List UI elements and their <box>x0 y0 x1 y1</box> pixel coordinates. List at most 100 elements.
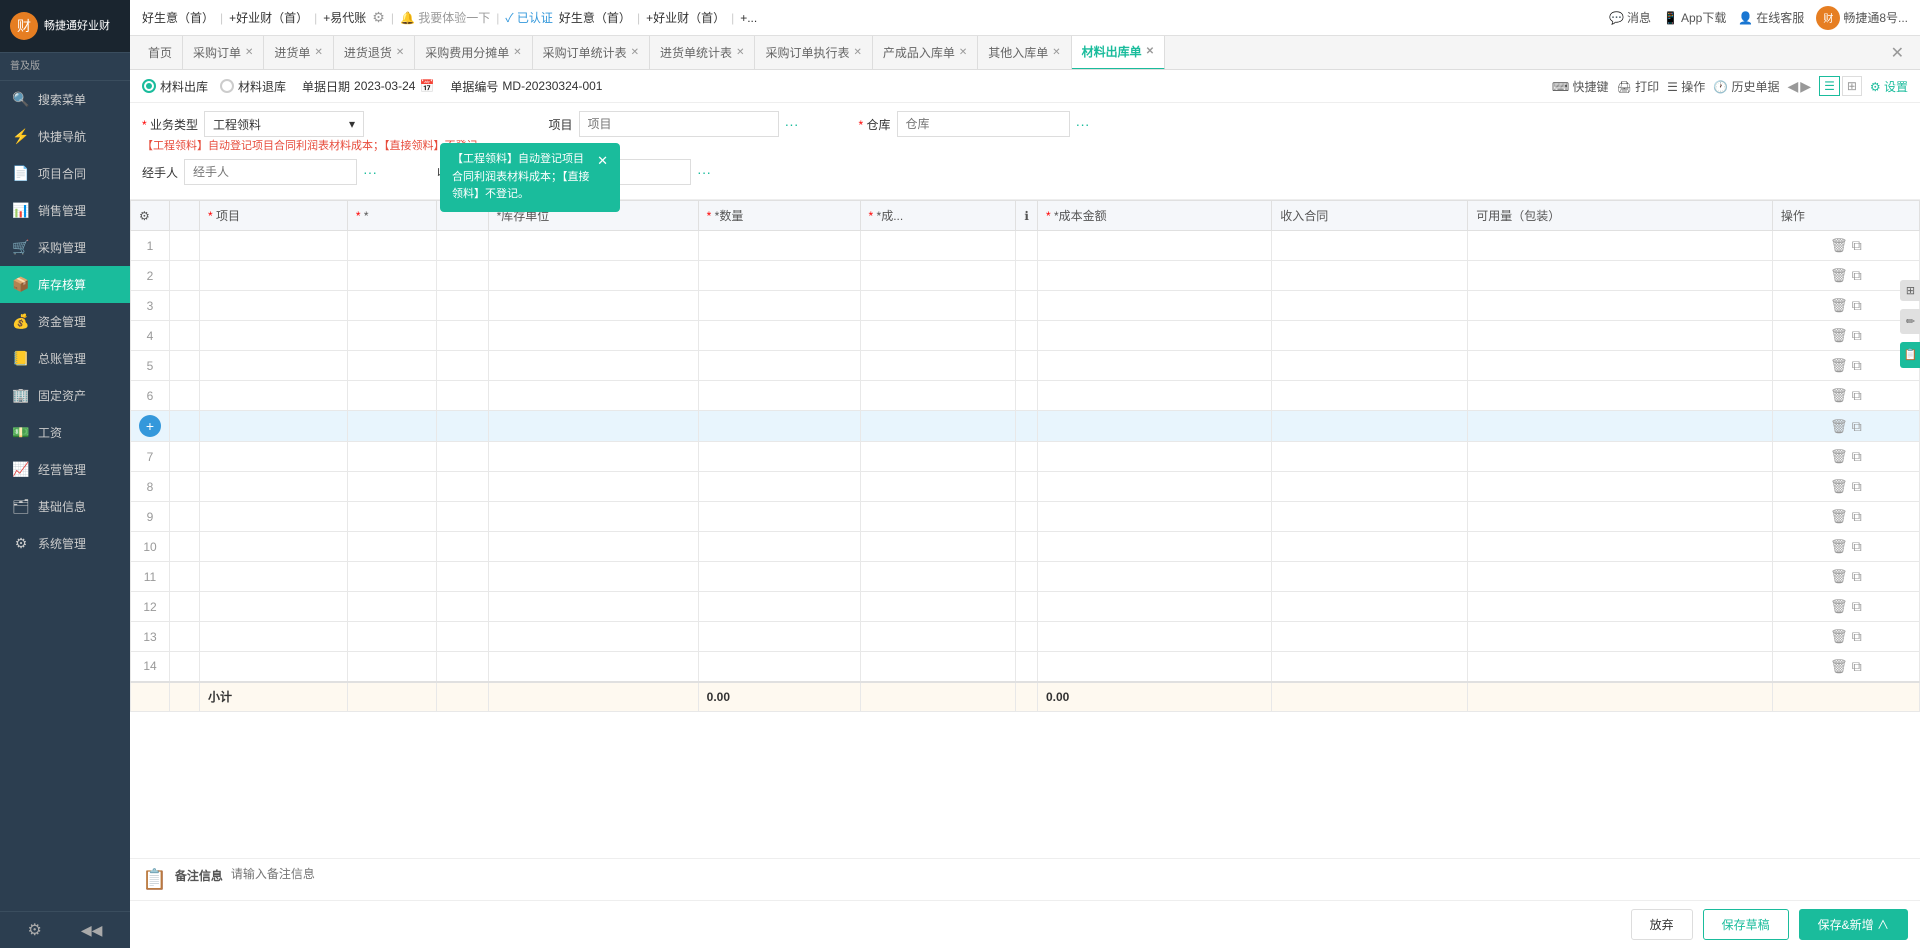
row-cell-11-3[interactable] <box>347 532 437 562</box>
row-copy-btn-15[interactable]: ⧉ <box>1852 658 1862 675</box>
collapse-icon[interactable]: ◀◀ <box>81 922 103 939</box>
row-delete-btn-8[interactable]: 🗑 <box>1830 448 1848 465</box>
row-copy-btn-14[interactable]: ⧉ <box>1852 628 1862 645</box>
tab-进货单[interactable]: 进货单✕ <box>264 36 333 70</box>
row-cell-10-7[interactable] <box>860 502 1016 532</box>
row-cell-7-4[interactable] <box>437 411 488 442</box>
row-cell-4-2[interactable] <box>200 321 348 351</box>
row-cell-2-6[interactable] <box>698 261 860 291</box>
row-cell-6-5[interactable] <box>488 381 698 411</box>
row-delete-btn-5[interactable]: 🗑 <box>1830 357 1848 374</box>
row-cell-15-1[interactable] <box>170 652 200 682</box>
row-cell-7-3[interactable] <box>347 411 437 442</box>
row-delete-btn-1[interactable]: 🗑 <box>1830 237 1848 254</box>
row-cell-1-10[interactable] <box>1272 231 1468 261</box>
row-copy-btn-8[interactable]: ⧉ <box>1852 448 1862 465</box>
row-cell-8-2[interactable] <box>200 442 348 472</box>
row-cell-6-1[interactable] <box>170 381 200 411</box>
row-cell-10-9[interactable] <box>1037 502 1271 532</box>
row-cell-8-5[interactable] <box>488 442 698 472</box>
row-cell-9-5[interactable] <box>488 472 698 502</box>
row-cell-15-3[interactable] <box>347 652 437 682</box>
sidebar-item-基础信息[interactable]: 🗂基础信息 <box>0 488 130 525</box>
topbar-item-1[interactable]: 好生意（首） <box>142 9 214 26</box>
row-delete-btn-9[interactable]: 🗑 <box>1830 478 1848 495</box>
row-cell-4-5[interactable] <box>488 321 698 351</box>
row-cell-14-10[interactable] <box>1272 622 1468 652</box>
row-cell-1-3[interactable] <box>347 231 437 261</box>
row-cell-14-6[interactable] <box>698 622 860 652</box>
row-delete-btn-2[interactable]: 🗑 <box>1830 267 1848 284</box>
handler-input[interactable] <box>184 159 357 185</box>
handler-ellipsis-btn[interactable]: ··· <box>363 164 377 180</box>
sidebar-item-经营管理[interactable]: 📈经营管理 <box>0 451 130 488</box>
save-draft-btn[interactable]: 保存草稿 <box>1703 909 1789 940</box>
sidebar-item-采购管理[interactable]: 🛒采购管理 <box>0 229 130 266</box>
row-cell-13-2[interactable] <box>200 592 348 622</box>
row-cell-3-3[interactable] <box>347 291 437 321</box>
sidebar-item-系统管理[interactable]: ⚙系统管理 <box>0 525 130 562</box>
row-delete-btn-14[interactable]: 🗑 <box>1830 628 1848 645</box>
row-cell-7-5[interactable] <box>488 411 698 442</box>
row-cell-6-7[interactable] <box>860 381 1016 411</box>
row-cell-7-7[interactable] <box>860 411 1016 442</box>
tab-采购订单统计表[interactable]: 采购订单统计表✕ <box>533 36 650 70</box>
row-copy-btn-13[interactable]: ⧉ <box>1852 598 1862 615</box>
row-cell-10-11[interactable] <box>1468 502 1773 532</box>
row-cell-12-2[interactable] <box>200 562 348 592</box>
row-cell-4-4[interactable] <box>437 321 488 351</box>
row-cell-8-4[interactable] <box>437 442 488 472</box>
row-cell-11-9[interactable] <box>1037 532 1271 562</box>
online-service-btn[interactable]: 👤 在线客服 <box>1738 9 1804 26</box>
next-arrow[interactable]: ▶ <box>1800 78 1811 95</box>
row-cell-14-1[interactable] <box>170 622 200 652</box>
row-cell-2-7[interactable] <box>860 261 1016 291</box>
row-cell-7-10[interactable] <box>1272 411 1468 442</box>
col-settings-icon[interactable]: ⚙ <box>139 209 150 223</box>
row-cell-14-3[interactable] <box>347 622 437 652</box>
row-cell-8-1[interactable] <box>170 442 200 472</box>
prev-arrow[interactable]: ◀ <box>1788 78 1799 95</box>
row-delete-btn-7[interactable]: 🗑 <box>1830 418 1848 435</box>
row-cell-9-10[interactable] <box>1272 472 1468 502</box>
row-cell-1-1[interactable] <box>170 231 200 261</box>
row-cell-15-6[interactable] <box>698 652 860 682</box>
row-cell-5-11[interactable] <box>1468 351 1773 381</box>
col-settings-header[interactable]: ⚙ <box>131 201 170 231</box>
row-cell-1-4[interactable] <box>437 231 488 261</box>
print-btn[interactable]: 🖨 打印 <box>1617 78 1660 95</box>
row-cell-15-10[interactable] <box>1272 652 1468 682</box>
row-cell-7-11[interactable] <box>1468 411 1773 442</box>
row-cell-6-10[interactable] <box>1272 381 1468 411</box>
row-cell-9-1[interactable] <box>170 472 200 502</box>
row-cell-11-4[interactable] <box>437 532 488 562</box>
row-delete-btn-15[interactable]: 🗑 <box>1830 658 1848 675</box>
row-cell-3-11[interactable] <box>1468 291 1773 321</box>
row-delete-btn-3[interactable]: 🗑 <box>1830 297 1848 314</box>
row-cell-13-5[interactable] <box>488 592 698 622</box>
row-cell-13-3[interactable] <box>347 592 437 622</box>
row-cell-3-2[interactable] <box>200 291 348 321</box>
row-copy-btn-9[interactable]: ⧉ <box>1852 478 1862 495</box>
row-cell-8-9[interactable] <box>1037 442 1271 472</box>
row-cell-3-4[interactable] <box>437 291 488 321</box>
row-cell-11-1[interactable] <box>170 532 200 562</box>
row-cell-6-3[interactable] <box>347 381 437 411</box>
row-cell-14-5[interactable] <box>488 622 698 652</box>
sidebar-item-资金管理[interactable]: 💰资金管理 <box>0 303 130 340</box>
row-cell-3-5[interactable] <box>488 291 698 321</box>
row-cell-12-4[interactable] <box>437 562 488 592</box>
row-cell-14-11[interactable] <box>1468 622 1773 652</box>
row-cell-1-9[interactable] <box>1037 231 1271 261</box>
row-cell-10-5[interactable] <box>488 502 698 532</box>
row-cell-3-7[interactable] <box>860 291 1016 321</box>
row-cell-12-5[interactable] <box>488 562 698 592</box>
sidebar-item-库存核算[interactable]: 📦库存核算 <box>0 266 130 303</box>
row-cell-11-10[interactable] <box>1272 532 1468 562</box>
row-cell-1-5[interactable] <box>488 231 698 261</box>
page-settings-btn[interactable]: ⚙ 设置 <box>1870 78 1908 95</box>
topbar-item-3[interactable]: +易代账 <box>323 9 366 26</box>
row-cell-4-10[interactable] <box>1272 321 1468 351</box>
row-cell-12-10[interactable] <box>1272 562 1468 592</box>
row-cell-1-2[interactable] <box>200 231 348 261</box>
